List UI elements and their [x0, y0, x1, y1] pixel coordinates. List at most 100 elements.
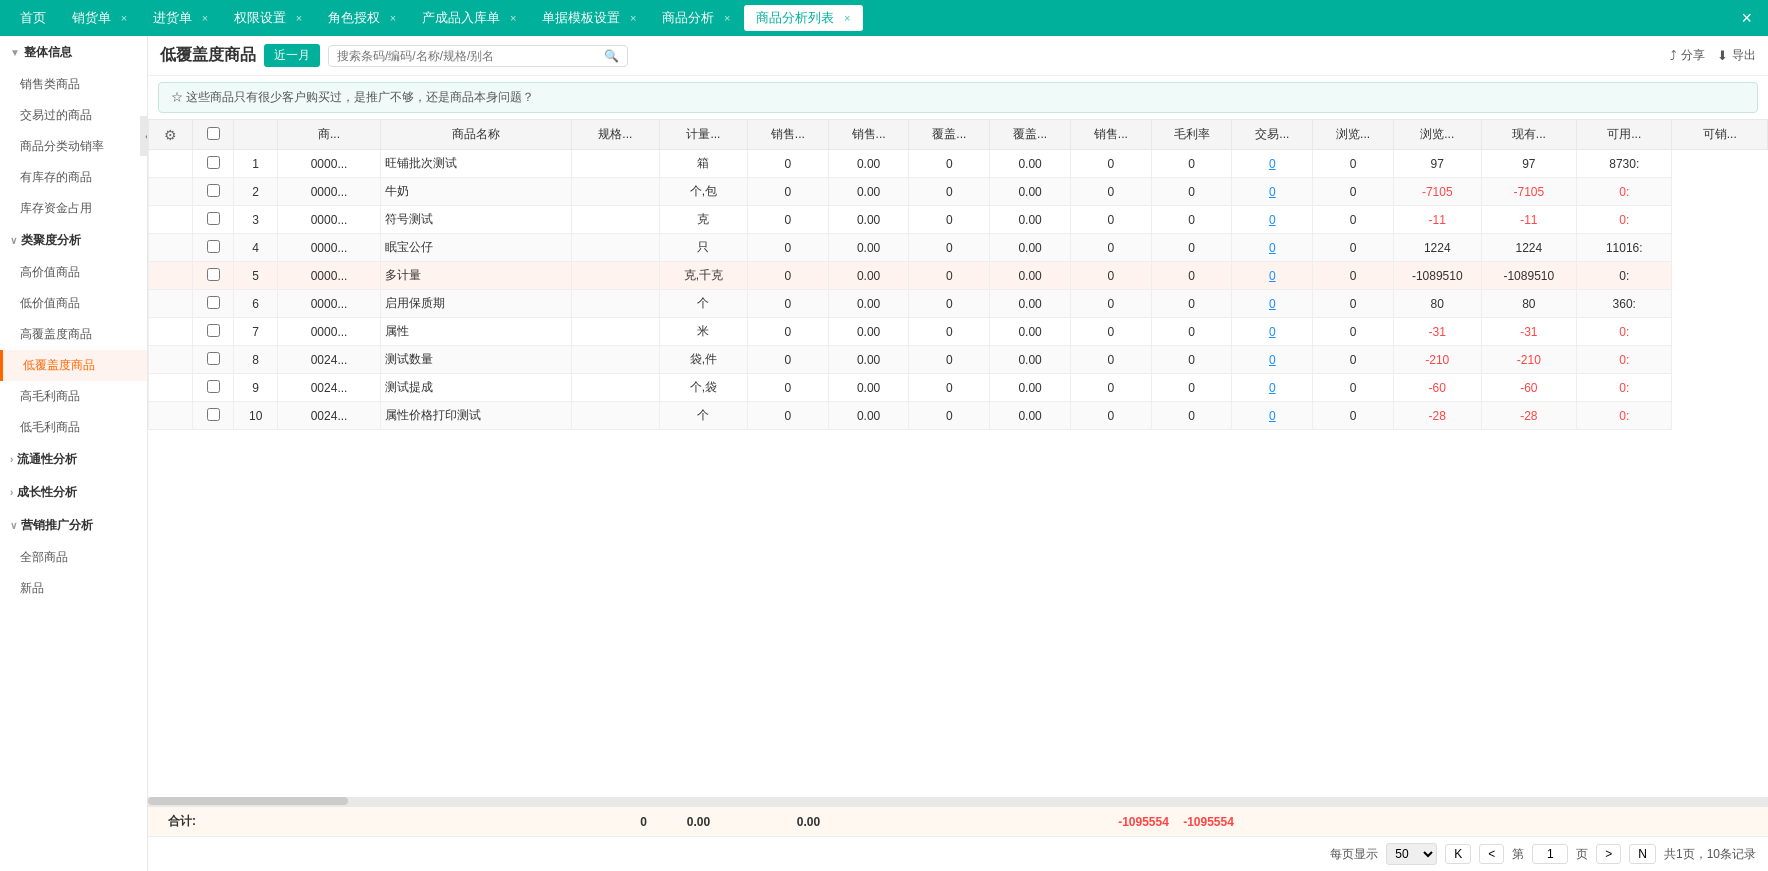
- browse1-link[interactable]: 0: [1269, 213, 1276, 227]
- col-sales3[interactable]: 销售...: [1070, 120, 1151, 150]
- horizontal-scrollbar[interactable]: [148, 797, 1768, 805]
- settings-icon[interactable]: ⚙: [164, 127, 177, 143]
- sidebar-item-low-coverage[interactable]: 低覆盖度商品: [0, 350, 147, 381]
- row-check[interactable]: [207, 156, 220, 169]
- search-icon[interactable]: 🔍: [604, 49, 619, 63]
- row-checkbox[interactable]: [193, 150, 234, 178]
- row-checkbox[interactable]: [193, 206, 234, 234]
- row-check[interactable]: [207, 184, 220, 197]
- sidebar-group-growth[interactable]: › 成长性分析: [0, 476, 147, 509]
- row-browse1[interactable]: 0: [1232, 346, 1313, 374]
- nav-template-settings-close[interactable]: ×: [630, 12, 636, 24]
- browse1-link[interactable]: 0: [1269, 381, 1276, 395]
- browse1-link[interactable]: 0: [1269, 241, 1276, 255]
- sidebar-item-high-coverage[interactable]: 高覆盖度商品: [0, 319, 147, 350]
- sidebar-group-cluster[interactable]: ∨ 类聚度分析: [0, 224, 147, 257]
- row-browse1[interactable]: 0: [1232, 318, 1313, 346]
- col-checkbox[interactable]: [193, 120, 234, 150]
- row-checkbox[interactable]: [193, 262, 234, 290]
- col-coverage2[interactable]: 覆盖...: [990, 120, 1071, 150]
- sidebar-item-sales-products[interactable]: 销售类商品: [0, 69, 147, 100]
- browse1-link[interactable]: 0: [1269, 409, 1276, 423]
- nav-product-analysis[interactable]: 商品分析 ×: [650, 5, 742, 31]
- nav-sales-close[interactable]: ×: [121, 12, 127, 24]
- row-checkbox[interactable]: [193, 234, 234, 262]
- row-check[interactable]: [207, 296, 220, 309]
- nav-permissions-close[interactable]: ×: [296, 12, 302, 24]
- first-page-button[interactable]: K: [1445, 844, 1471, 864]
- row-check[interactable]: [207, 380, 220, 393]
- page-size-select[interactable]: 50 20 100: [1386, 843, 1437, 865]
- row-checkbox[interactable]: [193, 374, 234, 402]
- row-check[interactable]: [207, 240, 220, 253]
- nav-roles-close[interactable]: ×: [390, 12, 396, 24]
- row-browse1[interactable]: 0: [1232, 402, 1313, 430]
- table-container[interactable]: ⚙ 商... 商品名称 规格... 计量... 销售... 销售... 覆盖..…: [148, 119, 1768, 797]
- nav-product-analysis-list[interactable]: 商品分析列表 ×: [744, 5, 862, 31]
- browse1-link[interactable]: 0: [1269, 325, 1276, 339]
- sidebar-item-traded-products[interactable]: 交易过的商品: [0, 100, 147, 131]
- sidebar-collapse-button[interactable]: «: [140, 116, 148, 156]
- row-check[interactable]: [207, 408, 220, 421]
- row-check[interactable]: [207, 268, 220, 281]
- row-checkbox[interactable]: [193, 402, 234, 430]
- share-button[interactable]: ⤴ 分享: [1670, 47, 1705, 64]
- row-browse1[interactable]: 0: [1232, 206, 1313, 234]
- col-name[interactable]: 商品名称: [380, 120, 571, 150]
- row-browse1[interactable]: 0: [1232, 150, 1313, 178]
- nav-sales[interactable]: 销货单 ×: [60, 5, 139, 31]
- sidebar-item-low-value[interactable]: 低价值商品: [0, 288, 147, 319]
- sidebar-item-in-stock-products[interactable]: 有库存的商品: [0, 162, 147, 193]
- col-unit[interactable]: 计量...: [659, 120, 747, 150]
- sidebar-item-all-products[interactable]: 全部商品: [0, 542, 147, 573]
- sidebar-group-liquidity[interactable]: › 流通性分析: [0, 443, 147, 476]
- col-transaction[interactable]: 交易...: [1232, 120, 1313, 150]
- col-code[interactable]: 商...: [278, 120, 381, 150]
- nav-products-warehouse-close[interactable]: ×: [510, 12, 516, 24]
- col-stock2[interactable]: 可用...: [1577, 120, 1672, 150]
- browse1-link[interactable]: 0: [1269, 185, 1276, 199]
- browse1-link[interactable]: 0: [1269, 157, 1276, 171]
- nav-template-settings[interactable]: 单据模板设置 ×: [530, 5, 648, 31]
- col-browse1[interactable]: 浏览...: [1313, 120, 1394, 150]
- nav-home[interactable]: 首页: [8, 5, 58, 31]
- row-checkbox[interactable]: [193, 318, 234, 346]
- sidebar-group-marketing[interactable]: ∨ 营销推广分析: [0, 509, 147, 542]
- row-checkbox[interactable]: [193, 290, 234, 318]
- nav-roles[interactable]: 角色授权 ×: [316, 5, 408, 31]
- search-input[interactable]: [337, 49, 600, 63]
- nav-purchase[interactable]: 进货单 ×: [141, 5, 220, 31]
- browse1-link[interactable]: 0: [1269, 269, 1276, 283]
- browse1-link[interactable]: 0: [1269, 297, 1276, 311]
- row-check[interactable]: [207, 352, 220, 365]
- nav-product-analysis-list-close[interactable]: ×: [844, 12, 850, 24]
- sidebar-group-overall[interactable]: ▼ 整体信息: [0, 36, 147, 69]
- col-settings[interactable]: ⚙: [149, 120, 193, 150]
- sidebar-item-inventory-capital[interactable]: 库存资金占用: [0, 193, 147, 224]
- row-check[interactable]: [207, 324, 220, 337]
- col-spec[interactable]: 规格...: [571, 120, 659, 150]
- row-browse1[interactable]: 0: [1232, 262, 1313, 290]
- browse1-link[interactable]: 0: [1269, 353, 1276, 367]
- export-button[interactable]: ⬇ 导出: [1717, 47, 1756, 64]
- sidebar-item-category-turnover[interactable]: 商品分类动销率: [0, 131, 147, 162]
- col-browse2[interactable]: 浏览...: [1393, 120, 1481, 150]
- select-all-checkbox[interactable]: [207, 127, 220, 140]
- row-browse1[interactable]: 0: [1232, 234, 1313, 262]
- row-browse1[interactable]: 0: [1232, 178, 1313, 206]
- row-checkbox[interactable]: [193, 178, 234, 206]
- col-margin[interactable]: 毛利率: [1151, 120, 1232, 150]
- sidebar-item-high-value[interactable]: 高价值商品: [0, 257, 147, 288]
- col-coverage1[interactable]: 覆盖...: [909, 120, 990, 150]
- window-close-button[interactable]: ×: [1733, 8, 1760, 29]
- col-sales1[interactable]: 销售...: [747, 120, 828, 150]
- nav-purchase-close[interactable]: ×: [202, 12, 208, 24]
- period-button[interactable]: 近一月: [264, 44, 320, 67]
- row-browse1[interactable]: 0: [1232, 290, 1313, 318]
- row-browse1[interactable]: 0: [1232, 374, 1313, 402]
- col-stock1[interactable]: 现有...: [1481, 120, 1576, 150]
- prev-page-button[interactable]: <: [1479, 844, 1504, 864]
- sidebar-item-high-margin[interactable]: 高毛利商品: [0, 381, 147, 412]
- row-checkbox[interactable]: [193, 346, 234, 374]
- nav-product-analysis-close[interactable]: ×: [724, 12, 730, 24]
